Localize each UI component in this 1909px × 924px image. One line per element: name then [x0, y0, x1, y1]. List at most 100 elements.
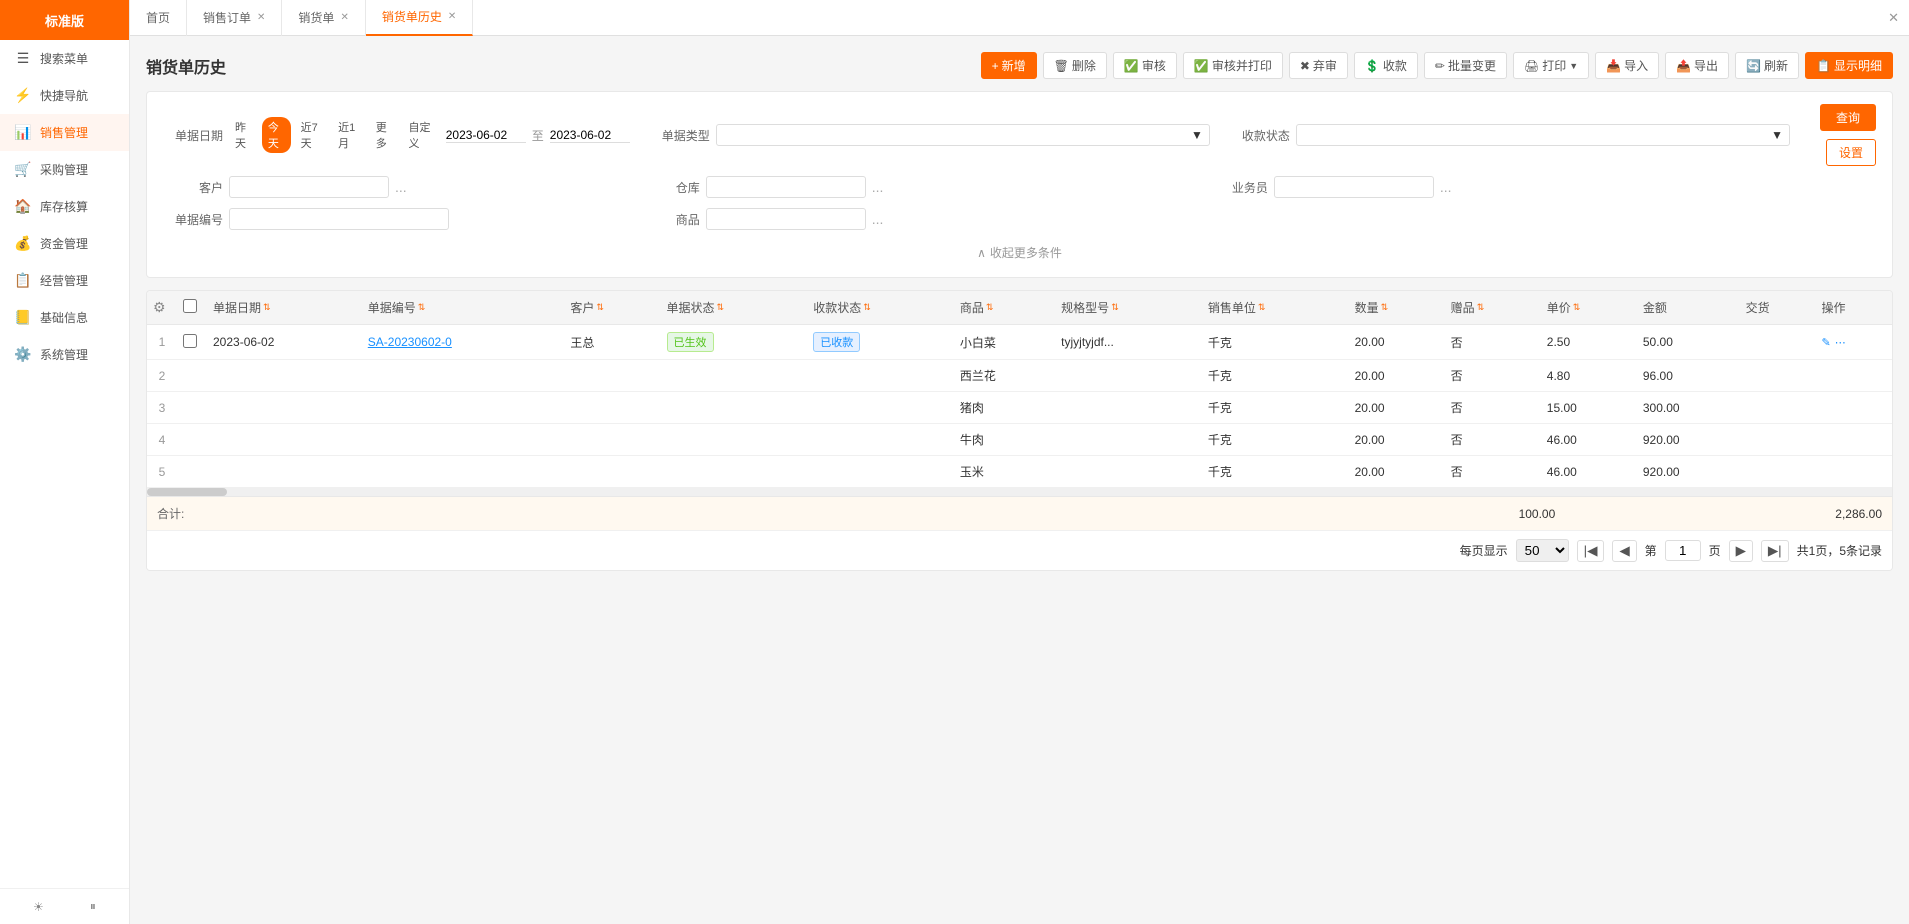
sidebar-item-sales-mgmt[interactable]: 📊 销售管理 — [0, 114, 129, 151]
salesman-dots[interactable]: ... — [1440, 179, 1452, 195]
cell-amount: 300.00 — [1637, 392, 1740, 424]
sort-spec-type[interactable]: 规格型号 ⇅ — [1061, 299, 1196, 316]
date-btn-yesterday[interactable]: 昨天 — [229, 117, 258, 153]
sidebar-item-quick-nav[interactable]: ⚡ 快捷导航 — [0, 77, 129, 114]
sort-doc-number[interactable]: 单据编号 ⇅ — [368, 299, 559, 316]
import-button[interactable]: 📥 导入 — [1595, 52, 1659, 79]
page-last-button[interactable]: ▶| — [1761, 540, 1789, 562]
cell-row-num: 5 — [147, 456, 177, 488]
sidebar-item-finance[interactable]: 💰 资金管理 — [0, 225, 129, 262]
sidebar-item-operations[interactable]: 📋 经营管理 — [0, 262, 129, 299]
batch-change-button[interactable]: ✏ 批量变更 — [1424, 52, 1507, 79]
cell-doc-date — [207, 456, 362, 488]
sort-unit-price[interactable]: 单价 ⇅ — [1547, 299, 1631, 316]
footer-values: 100.00 2,286.00 — [1519, 507, 1882, 521]
tab-home[interactable]: 首页 — [130, 0, 187, 36]
warehouse-input[interactable] — [706, 176, 866, 198]
select-all-checkbox[interactable] — [183, 299, 197, 313]
sort-collect-status[interactable]: 收款状态 ⇅ — [813, 299, 948, 316]
sidebar-bottom-icon2[interactable]: ⏸ — [90, 899, 96, 914]
sidebar-item-inventory[interactable]: 🏠 库存核算 — [0, 188, 129, 225]
tab-sales-delivery[interactable]: 销货单 ✕ — [282, 0, 365, 36]
collect-button[interactable]: 💲 收款 — [1354, 52, 1418, 79]
date-btn-custom[interactable]: 自定义 — [403, 117, 440, 153]
edit-action-button[interactable]: ✎ — [1822, 337, 1831, 349]
collapse-row: ∧ 收起更多条件 — [163, 240, 1876, 265]
table-settings-icon[interactable]: ⚙ — [153, 299, 166, 315]
per-page-select[interactable]: 50 20 100 — [1516, 539, 1569, 562]
goods-input[interactable] — [706, 208, 866, 230]
total-records: 共1页，5条记录 — [1797, 542, 1882, 559]
cell-collect-status: 已收款 — [807, 325, 954, 360]
date-btn-more[interactable]: 更多 — [370, 117, 399, 153]
print-chevron-icon: ▼ — [1569, 61, 1578, 71]
collapse-button[interactable]: ∧ 收起更多条件 — [973, 240, 1066, 265]
sidebar-bottom: ☀ ⏸ — [0, 888, 129, 924]
sort-doc-date[interactable]: 单据日期 ⇅ — [213, 299, 356, 316]
tab-sales-order-close[interactable]: ✕ — [257, 12, 265, 23]
warehouse-dots[interactable]: ... — [872, 179, 884, 195]
row-checkbox[interactable] — [183, 334, 197, 348]
salesman-input[interactable] — [1274, 176, 1434, 198]
sort-icon: ⇅ — [863, 302, 871, 313]
date-to-input[interactable] — [550, 128, 630, 143]
page-of-label: 页 — [1709, 542, 1721, 559]
add-button[interactable]: + 新增 — [981, 52, 1037, 79]
scrollbar-thumb[interactable] — [147, 488, 227, 496]
customer-dots[interactable]: ... — [395, 179, 407, 195]
page-prev-button[interactable]: ◀ — [1612, 540, 1636, 562]
sort-qty[interactable]: 数量 ⇅ — [1355, 299, 1439, 316]
sidebar-item-search-menu[interactable]: ☰ 搜索菜单 — [0, 40, 129, 77]
date-btn-7days[interactable]: 近7天 — [295, 117, 329, 153]
horizontal-scrollbar[interactable] — [147, 488, 1892, 496]
audit-button[interactable]: ✅ 审核 — [1113, 52, 1177, 79]
cell-doc-date — [207, 424, 362, 456]
sort-doc-status[interactable]: 单据状态 ⇅ — [667, 299, 802, 316]
cell-sales-unit: 千克 — [1202, 360, 1349, 392]
goods-dots[interactable]: ... — [872, 211, 884, 227]
date-from-input[interactable] — [446, 128, 526, 143]
cell-goods: 小白菜 — [954, 325, 1055, 360]
doc-number-link[interactable]: SA-20230602-0 — [368, 335, 452, 349]
export-button[interactable]: 📤 导出 — [1665, 52, 1729, 79]
sidebar-item-label: 基础信息 — [40, 309, 88, 326]
tab-sales-history[interactable]: 销货单历史 ✕ — [366, 0, 473, 36]
tab-sales-history-close[interactable]: ✕ — [448, 11, 456, 22]
sort-gift[interactable]: 赠品 ⇅ — [1451, 299, 1535, 316]
page-first-button[interactable]: |◀ — [1577, 540, 1605, 562]
more-action-button[interactable]: ⋯ — [1835, 337, 1846, 349]
sort-icon: ⇅ — [596, 302, 604, 313]
print-button[interactable]: 🖨 打印 ▼ — [1513, 52, 1589, 79]
cell-unit-price: 2.50 — [1541, 325, 1637, 360]
collect-status-select[interactable]: ▼ — [1296, 124, 1790, 146]
query-button[interactable]: 查询 — [1820, 104, 1876, 131]
doc-type-select[interactable]: ▼ — [716, 124, 1210, 146]
sidebar-item-sys-mgmt[interactable]: ⚙️ 系统管理 — [0, 336, 129, 373]
sort-goods[interactable]: 商品 ⇅ — [960, 299, 1049, 316]
doc-number-input[interactable] — [229, 208, 449, 230]
show-detail-button[interactable]: 📋 显示明细 — [1805, 52, 1893, 79]
cell-customer — [564, 424, 660, 456]
audit-print-button[interactable]: ✅ 审核并打印 — [1183, 52, 1283, 79]
tab-bar-close-all[interactable]: ✕ — [1888, 10, 1899, 26]
sort-sales-unit[interactable]: 销售单位 ⇅ — [1208, 299, 1343, 316]
customer-input[interactable] — [229, 176, 389, 198]
sidebar-item-purchase-mgmt[interactable]: 🛒 采购管理 — [0, 151, 129, 188]
col-doc-status: 单据状态 ⇅ — [661, 291, 808, 325]
tab-sales-order[interactable]: 销售订单 ✕ — [187, 0, 282, 36]
cell-actions — [1816, 424, 1892, 456]
date-btn-today[interactable]: 今天 — [262, 117, 291, 153]
set-button[interactable]: 设置 — [1826, 139, 1876, 166]
date-btn-1month[interactable]: 近1月 — [332, 117, 366, 153]
refresh-button[interactable]: 🔄 刷新 — [1735, 52, 1799, 79]
delete-button[interactable]: 🗑 删除 — [1043, 52, 1107, 79]
abandon-button[interactable]: ✖ 弃审 — [1289, 52, 1348, 79]
page-next-button[interactable]: ▶ — [1729, 540, 1753, 562]
sort-customer[interactable]: 客户 ⇅ — [570, 299, 654, 316]
sidebar-item-basic-info[interactable]: 📒 基础信息 — [0, 299, 129, 336]
table-row: 3猪肉千克20.00否15.00300.00 — [147, 392, 1892, 424]
tab-sales-delivery-close[interactable]: ✕ — [340, 12, 348, 23]
sidebar-bottom-icon1[interactable]: ☀ — [33, 900, 44, 914]
page-number-input[interactable] — [1665, 540, 1701, 561]
doc-type-filter: 单据类型 ▼ — [650, 124, 1210, 146]
